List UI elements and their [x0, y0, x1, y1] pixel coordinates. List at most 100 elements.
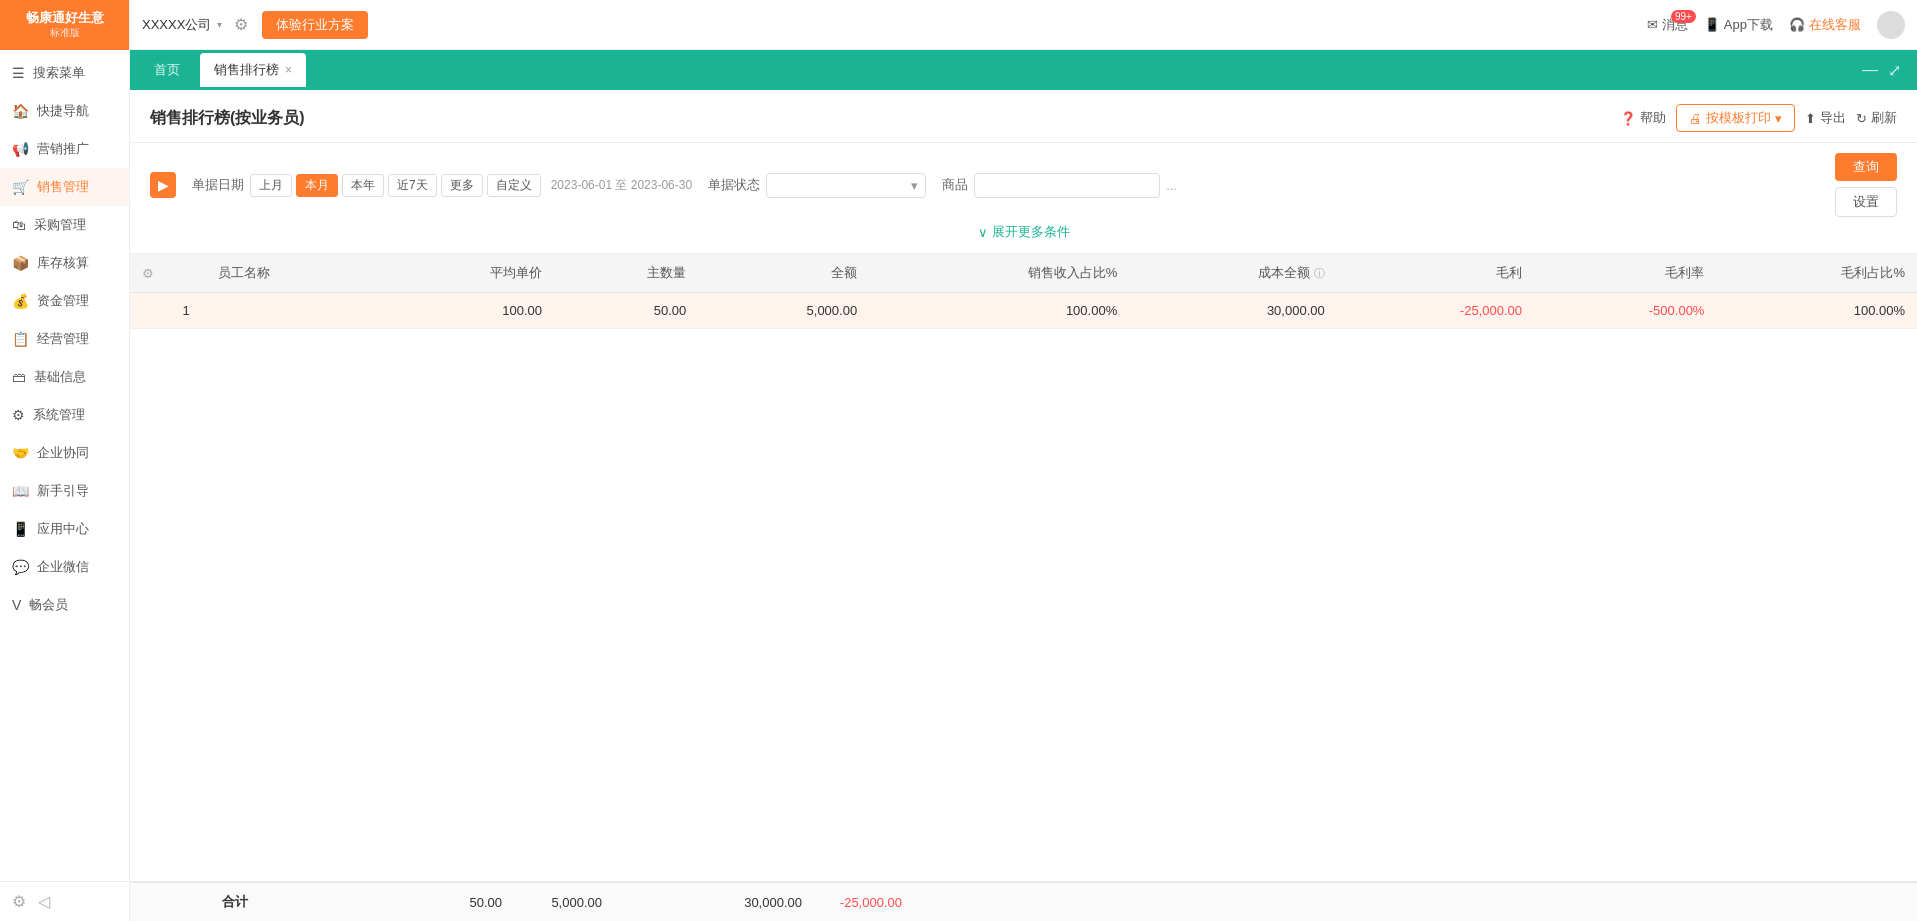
message-btn[interactable]: ✉ 消息 99+ [1647, 16, 1688, 34]
sidebar-item-enterprise-wechat[interactable]: 💬 企业微信 [0, 548, 129, 586]
sidebar-item-finance[interactable]: 💰资金管理 [0, 282, 129, 320]
app-icon: 📱 [1704, 17, 1720, 32]
online-service-btn[interactable]: 🎧 在线客服 [1789, 16, 1861, 34]
row-gross-pct: 100.00% [1716, 293, 1917, 329]
goods-ellipsis[interactable]: ... [1166, 178, 1177, 193]
expand-more-btn[interactable]: ∨ 展开更多条件 [978, 223, 1070, 241]
goods-filter: 商品 ... [942, 173, 1177, 198]
help-btn[interactable]: ❓ 帮助 [1620, 109, 1666, 127]
th-sales-pct: 销售收入占比% [869, 254, 1129, 293]
sidebar-item-app-center[interactable]: 📱应用中心 [0, 510, 129, 548]
window-controls: — ⤢ [1862, 61, 1909, 80]
collapse-footer-icon[interactable]: ◁ [38, 892, 50, 911]
tab-sales-ranking[interactable]: 销售排行榜 × [200, 53, 306, 87]
export-icon: ⬆ [1805, 111, 1816, 126]
status-select-wrap [766, 173, 926, 198]
sidebar-icon-enterprise-wechat: 💬 [12, 559, 29, 575]
page-content: 销售排行榜(按业务员) ❓ 帮助 🖨 按模板打印 ▾ ⬆ 导出 ↻ 刷新 [130, 90, 1917, 921]
sidebar-item-quick-nav[interactable]: 🏠快捷导航 [0, 92, 129, 130]
date-btn-上月[interactable]: 上月 [250, 174, 292, 197]
status-select[interactable] [766, 173, 926, 198]
filter-settings-btn[interactable]: 设置 [1835, 187, 1897, 217]
refresh-btn[interactable]: ↻ 刷新 [1856, 109, 1897, 127]
sidebar-item-guide[interactable]: 📖新手引导 [0, 472, 129, 510]
date-btn-近7天[interactable]: 近7天 [388, 174, 437, 197]
sidebar-item-marketing[interactable]: 📢营销推广 [0, 130, 129, 168]
sidebar-item-sales[interactable]: 🛒销售管理 [0, 168, 129, 206]
logo-sub: 标准版 [50, 26, 80, 40]
sidebar-icon-sales: 🛒 [12, 179, 29, 195]
tab-home[interactable]: 首页 [138, 53, 196, 87]
topbar: XXXXX公司 ▾ ⚙ 体验行业方案 ✉ 消息 99+ 📱 App下载 🎧 在线… [130, 0, 1917, 50]
footer-total-label: 合计 [222, 893, 342, 911]
row-name [206, 293, 380, 329]
row-sales-pct: 100.00% [869, 293, 1129, 329]
tab-active-label: 销售排行榜 [214, 61, 279, 79]
refresh-icon: ↻ [1856, 111, 1867, 126]
sidebar-label-purchase: 采购管理 [34, 216, 86, 234]
th-settings[interactable]: ⚙ [130, 254, 166, 293]
date-label: 单据日期 [192, 176, 244, 194]
sidebar-item-collab[interactable]: 🤝 企业协同 [0, 434, 129, 472]
sidebar-label-finance: 资金管理 [37, 292, 89, 310]
sidebar-item-system[interactable]: ⚙系统管理 [0, 396, 129, 434]
sidebar-item-vip[interactable]: V畅会员 [0, 586, 129, 624]
sidebar-label-app-center: 应用中心 [37, 520, 89, 538]
help-icon: ❓ [1620, 111, 1636, 126]
sidebar-icon-operations: 📋 [12, 331, 29, 347]
company-selector[interactable]: XXXXX公司 ▾ [142, 16, 222, 34]
sidebar-icon-marketing: 📢 [12, 141, 29, 157]
sidebar-item-inventory[interactable]: 📦库存核算 [0, 244, 129, 282]
th-name: 员工名称 [206, 254, 380, 293]
settings-footer-icon[interactable]: ⚙ [12, 892, 26, 911]
date-btn-本年[interactable]: 本年 [342, 174, 384, 197]
data-table: ⚙ 员工名称 平均单价 主数量 全额 销售收入占比% 成本全额 ⓘ 毛利 毛利率… [130, 254, 1917, 329]
sidebar-item-search-menu[interactable]: ☰搜索菜单 [0, 54, 129, 92]
th-amount: 全额 [698, 254, 869, 293]
sidebar: 畅康通好生意 标准版 ☰搜索菜单🏠快捷导航📢营销推广🛒销售管理🛍采购管理📦库存核… [0, 0, 130, 921]
sidebar-item-operations[interactable]: 📋经营管理 [0, 320, 129, 358]
topbar-gear-icon[interactable]: ⚙ [234, 15, 248, 34]
app-download-btn[interactable]: 📱 App下载 [1704, 16, 1773, 34]
filter-bar: ▶ 单据日期 上月本月本年近7天更多自定义 2023-06-01 至 2023-… [130, 143, 1917, 254]
sidebar-icon-collab: 🤝 [12, 445, 29, 461]
sidebar-item-basic-info[interactable]: 🗃基础信息 [0, 358, 129, 396]
filter-toggle-btn[interactable]: ▶ [150, 172, 176, 198]
sidebar-item-purchase[interactable]: 🛍采购管理 [0, 206, 129, 244]
date-buttons: 上月本月本年近7天更多自定义 [250, 174, 541, 197]
export-btn[interactable]: ⬆ 导出 [1805, 109, 1846, 127]
minimize-icon[interactable]: — [1862, 61, 1878, 80]
message-icon: ✉ [1647, 17, 1658, 32]
sidebar-icon-search-menu: ☰ [12, 65, 25, 81]
service-icon: 🎧 [1789, 17, 1805, 32]
help-label: 帮助 [1640, 109, 1666, 127]
table-header-row: ⚙ 员工名称 平均单价 主数量 全额 销售收入占比% 成本全额 ⓘ 毛利 毛利率… [130, 254, 1917, 293]
message-badge: 99+ [1671, 10, 1696, 23]
row-gross: -25,000.00 [1337, 293, 1534, 329]
footer-cost: 30,000.00 [702, 895, 802, 910]
tab-close-icon[interactable]: × [285, 63, 292, 77]
date-btn-自定义[interactable]: 自定义 [487, 174, 541, 197]
filter-toggle-icon: ▶ [158, 177, 169, 193]
sidebar-label-system: 系统管理 [33, 406, 85, 424]
service-label: 在线客服 [1809, 16, 1861, 34]
cost-help-icon: ⓘ [1314, 267, 1325, 279]
maximize-icon[interactable]: ⤢ [1888, 61, 1901, 80]
date-btn-本月[interactable]: 本月 [296, 174, 338, 197]
date-btn-更多[interactable]: 更多 [441, 174, 483, 197]
expand-more-label: 展开更多条件 [992, 223, 1070, 241]
user-avatar[interactable] [1877, 11, 1905, 39]
date-range: 2023-06-01 至 2023-06-30 [551, 177, 692, 194]
status-label: 单据状态 [708, 176, 760, 194]
page-header: 销售排行榜(按业务员) ❓ 帮助 🖨 按模板打印 ▾ ⬆ 导出 ↻ 刷新 [130, 90, 1917, 143]
row-avg-price: 100.00 [380, 293, 554, 329]
sidebar-icon-guide: 📖 [12, 483, 29, 499]
query-btn[interactable]: 查询 [1835, 153, 1897, 181]
th-rank [166, 254, 206, 293]
table-container: ⚙ 员工名称 平均单价 主数量 全额 销售收入占比% 成本全额 ⓘ 毛利 毛利率… [130, 254, 1917, 881]
trial-btn[interactable]: 体验行业方案 [262, 11, 368, 39]
print-btn[interactable]: 🖨 按模板打印 ▾ [1676, 104, 1795, 132]
sidebar-label-collab: 企业协同 [37, 444, 89, 462]
goods-input[interactable] [974, 173, 1160, 198]
sidebar-label-enterprise-wechat: 企业微信 [37, 558, 89, 576]
